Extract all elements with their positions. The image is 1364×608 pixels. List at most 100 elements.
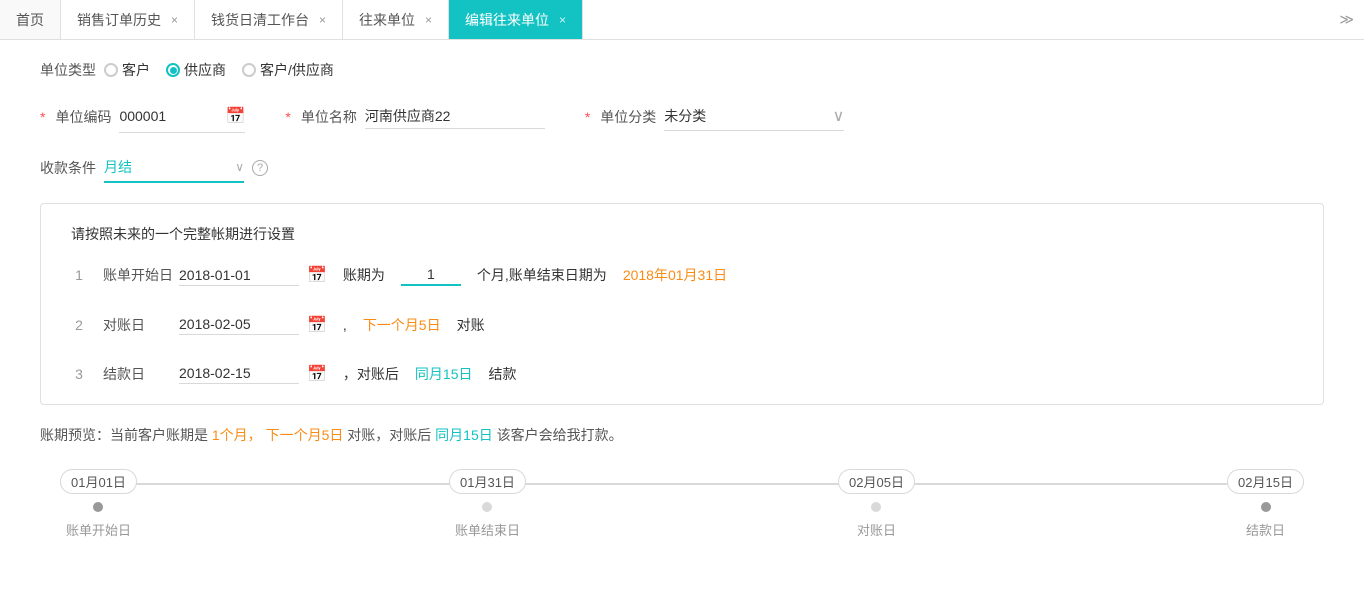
tab-home[interactable]: 首页 [0,0,61,39]
preview-middle: 对账，对账后 [347,427,431,443]
radio-supplier-circle [166,63,180,77]
unit-type-label: 单位类型 [40,60,96,80]
tab-partners[interactable]: 往来单位 × [343,0,449,39]
radio-supplier[interactable]: 供应商 [166,60,226,80]
timeline-node-2 [871,502,881,512]
period-row-3: 3 结款日 📅 ，对账后 同月15日 结款 [71,363,1293,384]
period-payment-label: 结款日 [103,364,163,384]
tab-home-label: 首页 [16,10,44,30]
unit-code-label: 单位编码 [55,107,111,127]
payment-group: 收款条件 月结 ∨ ? [40,153,268,183]
tab-partners-close[interactable]: × [425,13,432,27]
radio-customer-circle [104,63,118,77]
timeline-node-0 [93,502,103,512]
timeline: 01月01日 账单开始日 01月31日 账单结束日 02月05日 对账日 02月… [40,469,1324,539]
timeline-badge-1: 01月31日 [449,469,526,494]
tab-edit-partner-close[interactable]: × [559,13,566,27]
period-reconcile-calendar[interactable]: 📅 [307,315,327,335]
period-row-2: 2 对账日 📅 , 下一个月5日 对账 [71,314,1293,335]
unit-name-input[interactable] [365,104,545,129]
radio-customer-supplier-circle [242,63,256,77]
period-row-3-prefix: ，对账后 [343,364,399,384]
radio-customer[interactable]: 客户 [104,60,150,80]
period-payment-calendar[interactable]: 📅 [307,364,327,384]
tab-edit-partner-label: 编辑往来单位 [465,10,549,30]
period-row-2-num: 2 [71,317,87,333]
radio-customer-supplier-label: 客户/供应商 [260,60,334,80]
timeline-badge-3: 02月15日 [1227,469,1304,494]
preview-period: 1个月， [212,427,262,443]
unit-code-input[interactable] [119,104,219,128]
main-content: 单位类型 客户 供应商 客户/供应商 * 单位编码 [0,40,1364,608]
payment-dropdown-arrow: ∨ [235,160,244,174]
payment-label: 收款条件 [40,158,96,178]
radio-group: 客户 供应商 客户/供应商 [104,60,334,80]
preview-label: 账期预览：当前客户账期是 [40,427,208,443]
tab-cashflow[interactable]: 钱货日清工作台 × [195,0,343,39]
timeline-badge-2: 02月05日 [838,469,915,494]
period-row-2-suffix: 对账 [457,315,485,335]
period-payment-date-input[interactable] [179,363,299,384]
tab-sales-history[interactable]: 销售订单历史 × [61,0,195,39]
tab-cashflow-label: 钱货日清工作台 [211,10,309,30]
payment-help-icon[interactable]: ? [252,160,268,176]
unit-type-row: 单位类型 客户 供应商 客户/供应商 [40,60,1324,80]
period-row-2-next-date: 下一个月5日 [363,315,441,335]
tab-cashflow-close[interactable]: × [319,13,326,27]
tab-sales-history-close[interactable]: × [171,13,178,27]
unit-code-icon[interactable]: 📅 [225,106,245,126]
unit-code-input-wrapper: 📅 [119,100,245,133]
radio-customer-supplier[interactable]: 客户/供应商 [242,60,334,80]
timeline-sublabel-0: 账单开始日 [66,520,131,539]
unit-code-group: * 单位编码 📅 [40,100,245,133]
unit-category-star: * [585,109,590,125]
timeline-sublabel-3: 结款日 [1246,520,1285,539]
unit-category-group: * 单位分类 未分类 ∨ [585,102,844,131]
timeline-node-3 [1261,502,1271,512]
tab-sales-history-label: 销售订单历史 [77,10,161,30]
payment-value: 月结 [104,157,229,177]
period-start-date-input[interactable] [179,265,299,286]
period-payment-date-group: 📅 [179,363,327,384]
unit-info-row: * 单位编码 📅 * 单位名称 * 单位分类 未分类 ∨ [40,100,1324,133]
preview-end: 该客户会给我打款。 [497,427,623,443]
unit-category-label: 单位分类 [600,107,656,127]
timeline-sublabel-2: 对账日 [857,520,896,539]
unit-name-label: 单位名称 [301,107,357,127]
timeline-point-1: 01月31日 账单结束日 [449,469,526,539]
timeline-node-1 [482,502,492,512]
unit-category-value: 未分类 [664,106,824,126]
payment-dropdown[interactable]: 月结 ∨ [104,153,244,183]
timeline-point-3: 02月15日 结款日 [1227,469,1304,539]
period-row-1-num: 1 [71,267,87,283]
radio-supplier-label: 供应商 [184,60,226,80]
tab-expand-button[interactable]: ≫ [1329,0,1364,39]
payment-row: 收款条件 月结 ∨ ? [40,153,1324,183]
period-reconcile-date-group: 📅 [179,314,327,335]
period-end-date-highlight: 2018年01月31日 [623,265,727,285]
unit-category-dropdown[interactable]: 未分类 ∨ [664,102,844,131]
period-row-3-same-date: 同月15日 [415,364,473,384]
period-box-title: 请按照未来的一个完整帐期进行设置 [71,224,1293,244]
radio-customer-label: 客户 [122,60,150,80]
period-row-2-suffix-comma: , [343,317,347,333]
unit-type-group: 单位类型 客户 供应商 客户/供应商 [40,60,334,80]
period-start-date-calendar[interactable]: 📅 [307,265,327,285]
period-box: 请按照未来的一个完整帐期进行设置 1 账单开始日 📅 账期为 个月,账单结束日期… [40,203,1324,405]
tab-bar: 首页 销售订单历史 × 钱货日清工作台 × 往来单位 × 编辑往来单位 × ≫ [0,0,1364,40]
period-row-1: 1 账单开始日 📅 账期为 个月,账单结束日期为 2018年01月31日 [71,264,1293,286]
timeline-sublabel-1: 账单结束日 [455,520,520,539]
period-start-date-group: 📅 [179,265,327,286]
timeline-point-0: 01月01日 账单开始日 [60,469,137,539]
period-month-input[interactable] [401,264,461,286]
timeline-items: 01月01日 账单开始日 01月31日 账单结束日 02月05日 对账日 02月… [60,469,1304,539]
timeline-point-2: 02月05日 对账日 [838,469,915,539]
unit-name-star: * [285,109,290,125]
preview-section: 账期预览：当前客户账期是 1个月， 下一个月5日 对账，对账后 同月15日 该客… [40,425,1324,445]
tab-edit-partner[interactable]: 编辑往来单位 × [449,0,583,39]
expand-icon: ≫ [1339,11,1354,28]
period-reconcile-date-input[interactable] [179,314,299,335]
period-reconcile-label: 对账日 [103,315,163,335]
period-start-date-label: 账单开始日 [103,265,163,285]
timeline-badge-0: 01月01日 [60,469,137,494]
